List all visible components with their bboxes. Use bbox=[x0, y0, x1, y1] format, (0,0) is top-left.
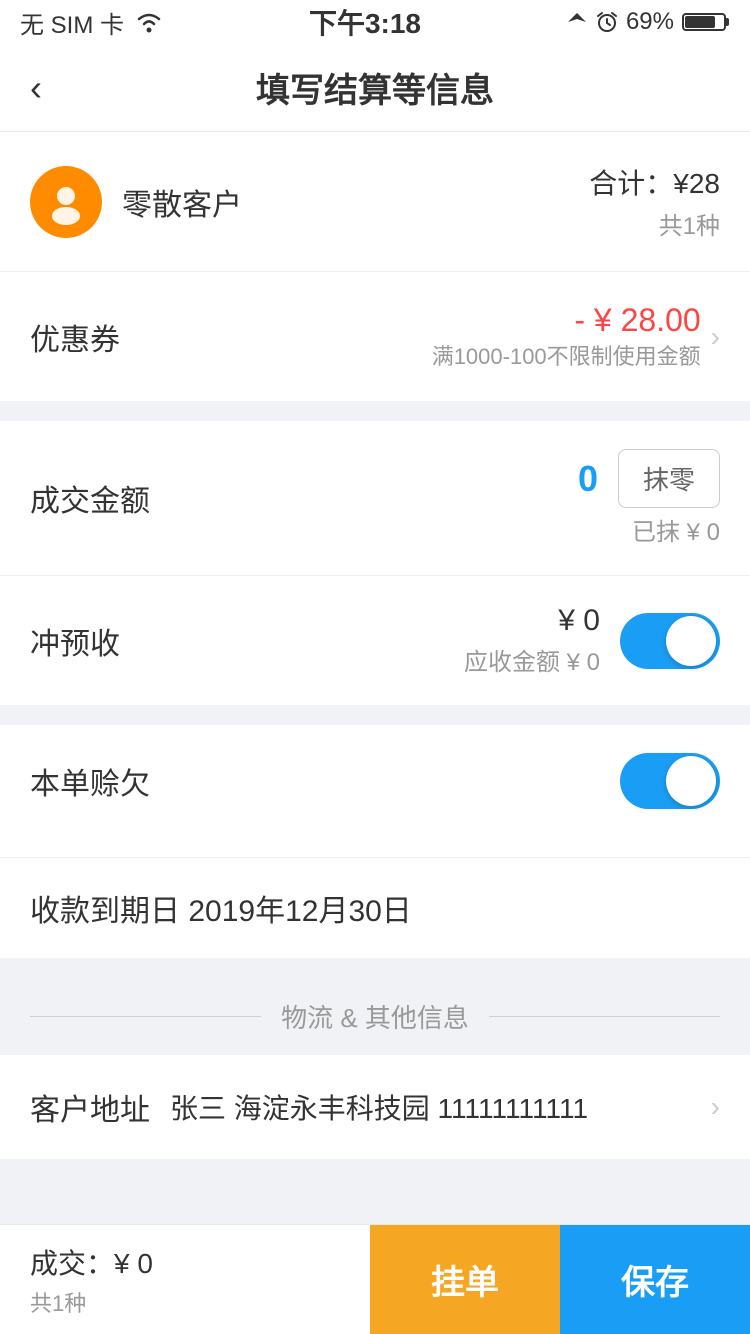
logistics-label: 物流 & 其他信息 bbox=[281, 998, 469, 1035]
alarm-icon bbox=[596, 11, 618, 33]
bottom-deal: 成交：¥ 0 bbox=[30, 1242, 340, 1282]
page-title: 填写结算等信息 bbox=[256, 63, 494, 112]
coupon-desc: 满1000-100不限制使用金额 bbox=[432, 339, 701, 371]
customer-row: 零散客户 合计：¥28 共1种 bbox=[0, 132, 750, 271]
coupon-label: 优惠券 bbox=[30, 315, 120, 359]
debt-row: 本单赊欠 bbox=[0, 725, 750, 837]
divider-line-left bbox=[30, 1016, 261, 1017]
customer-avatar bbox=[30, 166, 102, 238]
prepay-sub: 应收金额 ¥ 0 bbox=[464, 642, 600, 677]
logistics-divider: 物流 & 其他信息 bbox=[0, 978, 750, 1055]
status-left: 无 SIM 卡 bbox=[20, 5, 164, 40]
debt-section: 本单赊欠 收款到期日 2019年12月30日 bbox=[0, 725, 750, 958]
address-right: › bbox=[711, 1091, 720, 1123]
prepay-label: 冲预收 bbox=[30, 619, 120, 663]
prepay-row: 冲预收 ¥ 0 应收金额 ¥ 0 bbox=[0, 575, 750, 705]
prepay-value: ¥ 0 bbox=[464, 604, 600, 638]
chevron-right-icon: › bbox=[711, 321, 720, 353]
deal-value: 0 bbox=[578, 458, 598, 500]
status-right: 69% bbox=[566, 8, 730, 36]
battery-percent: 69% bbox=[626, 8, 674, 36]
sim-status: 无 SIM 卡 bbox=[20, 5, 124, 40]
debt-toggle[interactable] bbox=[620, 753, 720, 809]
status-time: 下午3:18 bbox=[309, 2, 421, 42]
prepay-toggle[interactable] bbox=[620, 613, 720, 669]
status-bar: 无 SIM 卡 下午3:18 69% bbox=[0, 0, 750, 44]
bottom-count: 共1种 bbox=[30, 1286, 340, 1318]
deal-section: 成交金额 0 抹零 已抹 ¥ 0 冲预收 ¥ 0 应收金额 ¥ 0 bbox=[0, 421, 750, 705]
nav-bar: ‹ 填写结算等信息 bbox=[0, 44, 750, 132]
total-count: 共1种 bbox=[589, 206, 720, 241]
customer-name: 零散客户 bbox=[122, 180, 242, 224]
hold-button[interactable]: 挂单 bbox=[370, 1225, 560, 1334]
coupon-right: - ¥ 28.00 满1000-100不限制使用金额 › bbox=[432, 302, 720, 371]
bottom-info: 成交：¥ 0 共1种 bbox=[0, 1242, 370, 1318]
deal-right: 0 抹零 bbox=[578, 449, 720, 508]
wifi-icon bbox=[134, 11, 164, 33]
round-button[interactable]: 抹零 bbox=[618, 449, 720, 508]
due-date-content: 收款到期日 2019年12月30日 bbox=[30, 886, 720, 930]
coupon-row[interactable]: 优惠券 - ¥ 28.00 满1000-100不限制使用金额 › bbox=[0, 271, 750, 401]
deal-sub: 已抹 ¥ 0 bbox=[578, 512, 720, 547]
coupon-amount: - ¥ 28.00 bbox=[432, 302, 701, 339]
save-button[interactable]: 保存 bbox=[560, 1225, 750, 1334]
bottom-bar: 成交：¥ 0 共1种 挂单 保存 bbox=[0, 1224, 750, 1334]
divider-line-right bbox=[489, 1016, 720, 1017]
customer-left: 零散客户 bbox=[30, 166, 242, 238]
deal-label: 成交金额 bbox=[30, 476, 150, 520]
toggle-knob bbox=[666, 616, 716, 666]
due-date-section: 收款到期日 2019年12月30日 bbox=[0, 857, 750, 958]
bottom-deal-value: ¥ 0 bbox=[114, 1248, 153, 1279]
debt-toggle-knob bbox=[666, 756, 716, 806]
address-section[interactable]: 客户地址 张三 海淀永丰科技园 11111111111 › bbox=[0, 1055, 750, 1159]
prepay-right: ¥ 0 应收金额 ¥ 0 bbox=[464, 604, 720, 677]
debt-label: 本单赊欠 bbox=[30, 759, 150, 803]
customer-section: 零散客户 合计：¥28 共1种 优惠券 - ¥ 28.00 满1000-100不… bbox=[0, 132, 750, 401]
address-label: 客户地址 bbox=[30, 1085, 150, 1129]
address-chevron-icon: › bbox=[711, 1091, 720, 1123]
main-content: 零散客户 合计：¥28 共1种 优惠券 - ¥ 28.00 满1000-100不… bbox=[0, 132, 750, 1269]
bottom-deal-label: 成交： bbox=[30, 1248, 114, 1279]
location-icon bbox=[566, 11, 588, 33]
address-value: 张三 海淀永丰科技园 11111111111 bbox=[170, 1087, 711, 1127]
avatar-icon bbox=[42, 178, 90, 226]
prepay-value-wrap: ¥ 0 应收金额 ¥ 0 bbox=[464, 604, 600, 677]
customer-totals: 合计：¥28 共1种 bbox=[589, 162, 720, 241]
back-button[interactable]: ‹ bbox=[30, 67, 42, 109]
total-amount: 合计：¥28 bbox=[589, 162, 720, 202]
battery-icon bbox=[682, 10, 730, 34]
deal-row: 成交金额 0 抹零 已抹 ¥ 0 bbox=[0, 421, 750, 575]
